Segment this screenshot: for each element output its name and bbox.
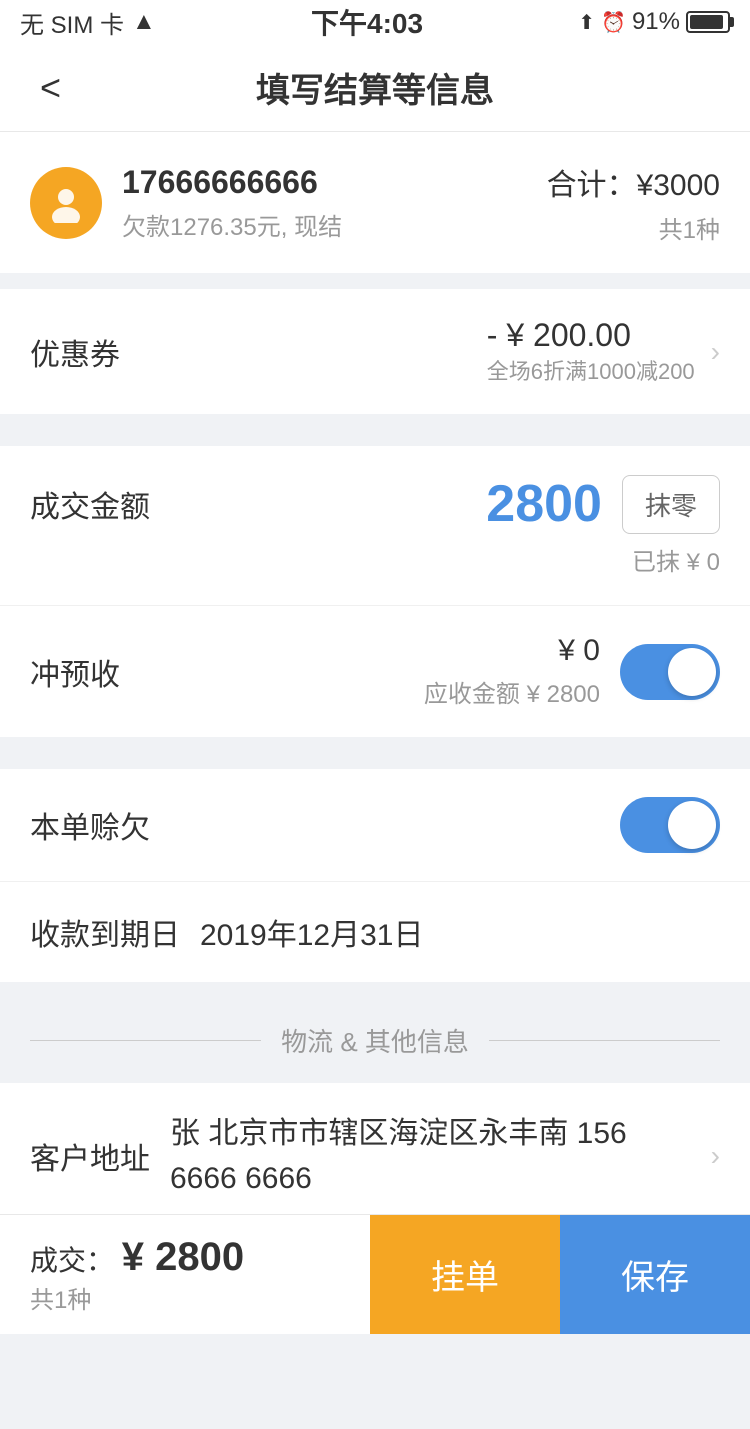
coupon-amount: - ¥ 200.00 (487, 317, 695, 354)
battery-icon (686, 11, 730, 33)
bottom-summary: 成交： ¥ 2800 共1种 (0, 1235, 370, 1315)
coupon-row[interactable]: 优惠券 - ¥ 200.00 全场6折满1000减200 › (0, 289, 750, 414)
customer-card: 17666666666 欠款1276.35元, 现结 合计：¥3000 共1种 (0, 132, 750, 273)
logistics-line-right (489, 1040, 720, 1041)
address-value: 张 北京市市辖区海淀区永丰南 156 6666 6666 (170, 1111, 701, 1201)
due-date-section: 收款到期日 2019年12月31日 (0, 881, 750, 982)
coupon-label: 优惠券 (30, 330, 120, 374)
customer-phone: 17666666666 (122, 164, 342, 201)
customer-debt: 欠款1276.35元, 现结 (122, 207, 342, 242)
alarm-icon: ⏰ (601, 10, 626, 35)
address-label: 客户地址 (30, 1134, 150, 1178)
battery-percent: 91% (632, 8, 680, 36)
pre-collect-section: 冲预收 ¥ 0 应收金额 ¥ 2800 (0, 605, 750, 737)
coupon-right: - ¥ 200.00 全场6折满1000减200 › (487, 317, 720, 386)
logistics-divider: 物流 & 其他信息 (0, 998, 750, 1083)
logistics-line-left (30, 1040, 261, 1041)
amount-sub: 已抹 ¥ 0 (30, 542, 720, 577)
status-time: 下午4:03 (311, 2, 423, 42)
round-zero-button[interactable]: 抹零 (622, 475, 720, 534)
status-left: 无 SIM 卡 ▲ (20, 5, 156, 40)
hang-order-button[interactable]: 挂单 (370, 1215, 560, 1334)
customer-left: 17666666666 欠款1276.35元, 现结 (30, 164, 342, 242)
customer-info: 17666666666 欠款1276.35元, 现结 (122, 164, 342, 242)
section-divider-1 (0, 430, 750, 446)
bad-debt-label: 本单赊欠 (30, 803, 150, 847)
pre-collect-right: ¥ 0 应收金额 ¥ 2800 (424, 634, 720, 709)
pre-collect-main-amount: ¥ 0 (424, 634, 600, 668)
status-right: ⬆ ⏰ 91% (578, 8, 730, 36)
bottom-summary-label: 成交： (30, 1245, 114, 1276)
coupon-desc: 全场6折满1000减200 (487, 354, 695, 386)
toggle-knob (668, 648, 716, 696)
battery-fill (690, 15, 723, 29)
address-section[interactable]: 客户地址 张 北京市市辖区海淀区永丰南 156 6666 6666 › (0, 1083, 750, 1229)
amount-value: 2800 (486, 474, 602, 534)
address-chevron-right-icon: › (711, 1140, 720, 1172)
page-title: 填写结算等信息 (256, 63, 494, 112)
coupon-info: - ¥ 200.00 全场6折满1000减200 (487, 317, 695, 386)
customer-count: 共1种 (547, 210, 720, 245)
amount-row: 成交金额 2800 抹零 (30, 474, 720, 534)
nav-bar: < 填写结算等信息 (0, 44, 750, 132)
customer-right: 合计：¥3000 共1种 (547, 160, 720, 245)
bottom-summary-amount: ¥ 2800 (122, 1235, 244, 1279)
amount-right: 2800 抹零 (486, 474, 720, 534)
bottom-summary-count: 共1种 (30, 1280, 340, 1315)
section-divider-2 (0, 737, 750, 753)
due-date-label: 收款到期日 (30, 910, 180, 954)
bottom-buttons: 挂单 保存 (370, 1215, 750, 1334)
pre-collect-amount: ¥ 0 应收金额 ¥ 2800 (424, 634, 600, 709)
amount-section: 成交金额 2800 抹零 已抹 ¥ 0 (0, 446, 750, 605)
carrier-text: 无 SIM 卡 (20, 5, 124, 40)
bad-debt-section: 本单赊欠 (0, 769, 750, 881)
logistics-text: 物流 & 其他信息 (281, 1022, 469, 1059)
bad-debt-toggle-knob (668, 801, 716, 849)
status-bar: 无 SIM 卡 ▲ 下午4:03 ⬆ ⏰ 91% (0, 0, 750, 44)
pre-collect-label: 冲预收 (30, 650, 120, 694)
due-date-value: 2019年12月31日 (200, 910, 423, 954)
pre-collect-toggle[interactable] (620, 644, 720, 700)
location-icon: ⬆ (578, 10, 595, 35)
amount-label: 成交金额 (30, 482, 150, 526)
pre-collect-sub-amount: 应收金额 ¥ 2800 (424, 674, 600, 709)
back-button[interactable]: < (30, 57, 71, 119)
save-button[interactable]: 保存 (560, 1215, 750, 1334)
wifi-icon: ▲ (132, 8, 156, 36)
bad-debt-toggle[interactable] (620, 797, 720, 853)
avatar (30, 167, 102, 239)
bottom-summary-row: 成交： ¥ 2800 (30, 1235, 340, 1280)
customer-total: 合计：¥3000 (547, 160, 720, 204)
bottom-bar: 成交： ¥ 2800 共1种 挂单 保存 (0, 1214, 750, 1334)
chevron-right-icon: › (711, 336, 720, 368)
